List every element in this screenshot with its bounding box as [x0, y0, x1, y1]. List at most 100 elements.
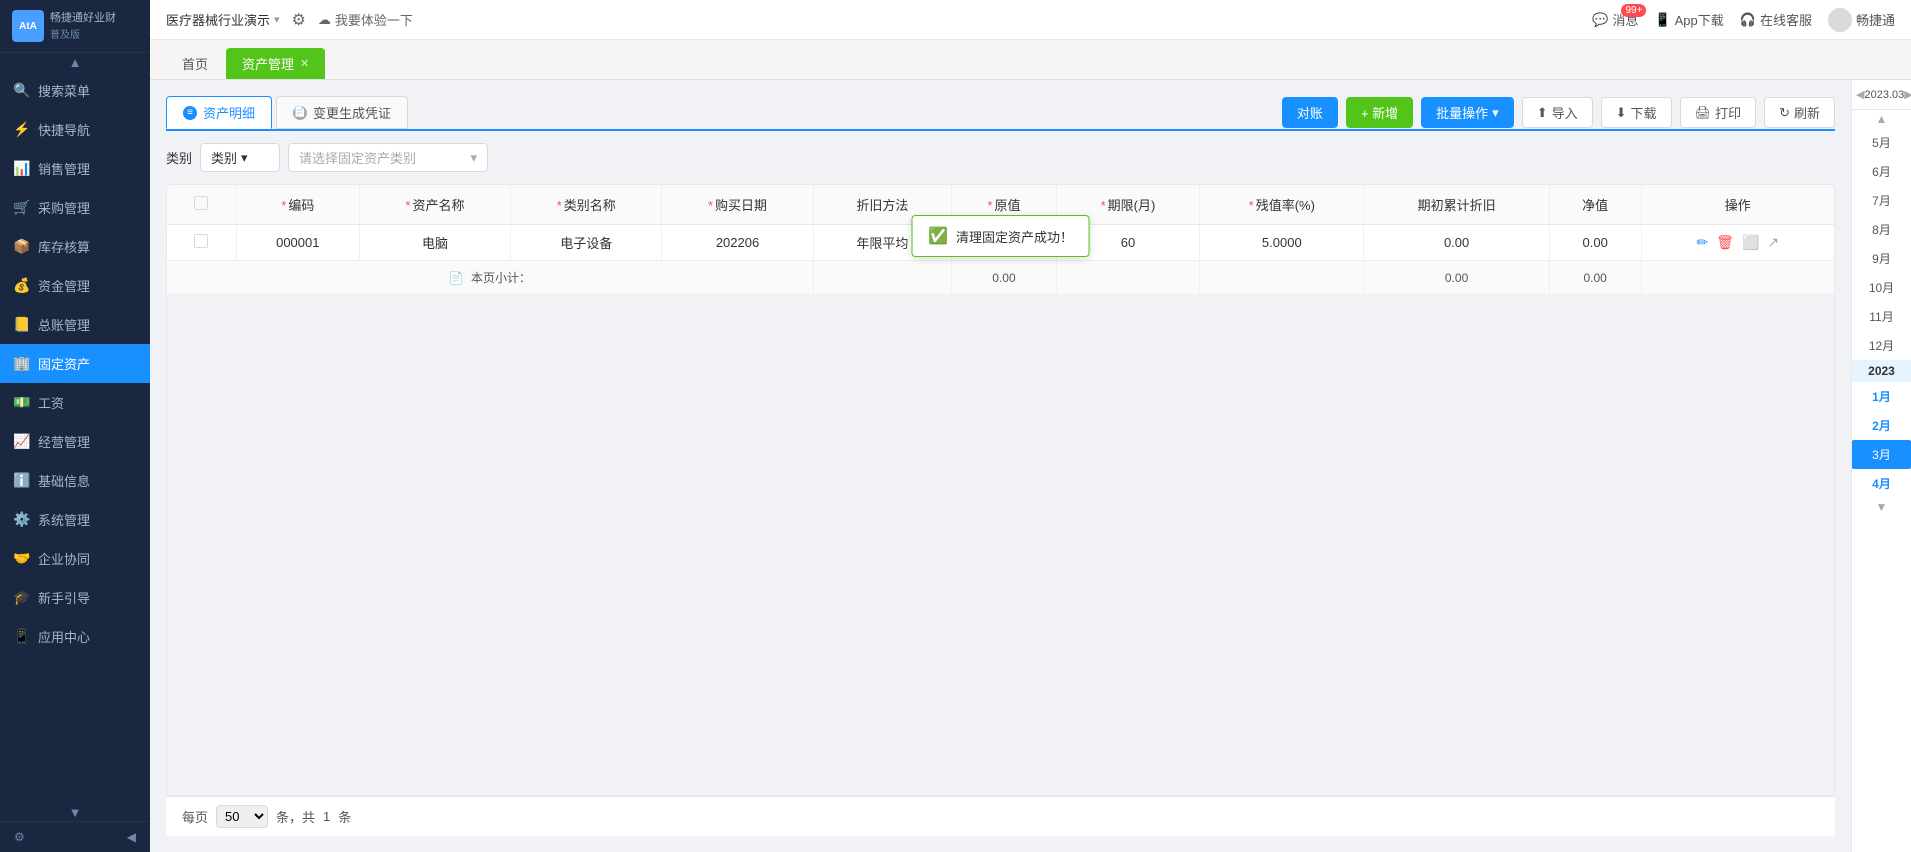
guide-icon: 🎓 — [14, 590, 30, 606]
support-button[interactable]: 🎧 在线客服 — [1740, 10, 1812, 29]
sidebar-item-fixed-assets[interactable]: 🏢 固定资产 — [0, 344, 150, 383]
logo-sub: 普及版 — [50, 26, 116, 41]
user-menu[interactable]: 畅捷通 — [1828, 8, 1895, 32]
calendar-month-2[interactable]: 2月 — [1852, 411, 1911, 440]
sidebar-item-system[interactable]: ⚙️ 系统管理 — [0, 500, 150, 539]
messages-badge: 99+ — [1621, 4, 1646, 17]
sidebar-item-label: 系统管理 — [38, 510, 90, 529]
calendar-month-3[interactable]: 3月 — [1852, 440, 1911, 469]
download-button[interactable]: ⬇ 下载 — [1601, 97, 1672, 128]
success-toast: ✅ 清理固定资产成功！ — [911, 215, 1090, 257]
calendar-month-12[interactable]: 12月 — [1852, 331, 1911, 360]
subtotal-icon: 📄 — [449, 271, 464, 285]
avatar — [1828, 8, 1852, 32]
sidebar-item-label: 应用中心 — [38, 627, 90, 646]
sidebar-item-quick-nav[interactable]: ⚡ 快捷导航 — [0, 110, 150, 149]
refresh-button[interactable]: ↻ 刷新 — [1764, 97, 1835, 128]
app-download-button[interactable]: 📱 App下载 — [1654, 10, 1723, 29]
edit-icon[interactable]: ✏ — [1696, 234, 1708, 251]
refresh-label: 刷新 — [1794, 103, 1820, 122]
delete-icon[interactable]: 🗑 — [1716, 234, 1734, 251]
logo-icon: AtA — [12, 10, 44, 42]
sub-tab-change-voucher[interactable]: 📄 变更生成凭证 — [276, 96, 408, 129]
settings-gear-icon[interactable]: ⚙ — [292, 10, 306, 30]
company-dropdown-arrow[interactable]: ▾ — [274, 13, 280, 26]
print-button[interactable]: 🖨 打印 — [1680, 97, 1757, 128]
sidebar-item-apps[interactable]: 📱 应用中心 — [0, 617, 150, 656]
select-all-checkbox[interactable] — [194, 196, 208, 210]
add-button[interactable]: + 新增 — [1346, 97, 1413, 128]
category-type-select[interactable]: 类别 ▾ — [200, 143, 280, 172]
sidebar-item-search[interactable]: 🔍 搜索菜单 — [0, 71, 150, 110]
ledger-icon: 📒 — [14, 317, 30, 333]
change-voucher-icon: 📄 — [293, 106, 307, 120]
subtotal-row: 📄 本页小计： 0.00 0.00 0.00 — [167, 261, 1834, 295]
topbar-right: 💬 消息 99+ 📱 App下载 🎧 在线客服 畅捷通 — [1592, 8, 1895, 32]
calendar-month-9[interactable]: 9月 — [1852, 244, 1911, 273]
sidebar-item-guide[interactable]: 🎓 新手引导 — [0, 578, 150, 617]
calendar-month-5[interactable]: 5月 — [1852, 128, 1911, 157]
sidebar-scroll-up[interactable]: ▲ — [0, 53, 150, 71]
col-category: *类别名称 — [511, 185, 662, 225]
category-input[interactable]: 请选择固定资产类别 ▾ — [288, 143, 488, 172]
more-icon[interactable]: ↗ — [1767, 234, 1779, 251]
calendar-month-1[interactable]: 1月 — [1852, 382, 1911, 411]
tab-asset-mgmt[interactable]: 资产管理 ✕ — [226, 48, 325, 79]
print-icon: 🖨 — [1695, 105, 1712, 121]
col-period-accumulated: 期初累计折旧 — [1364, 185, 1549, 225]
sidebar-item-basic-info[interactable]: ℹ️ 基础信息 — [0, 461, 150, 500]
right-sidebar-header: ◀ 2023.03 ▶ — [1852, 80, 1911, 110]
calendar-month-10[interactable]: 10月 — [1852, 273, 1911, 302]
download-label: 下载 — [1631, 103, 1657, 122]
experience-button[interactable]: ☁ 我要体验一下 — [318, 10, 413, 29]
support-label: 在线客服 — [1760, 10, 1812, 29]
right-sidebar-toggle[interactable]: ◀ — [1856, 88, 1864, 101]
collapse-icon[interactable]: ◀ — [127, 830, 136, 844]
calendar-month-4[interactable]: 4月 — [1852, 469, 1911, 498]
company-title: 医疗器械行业演示 ▾ — [166, 10, 280, 29]
row-period-accumulated: 0.00 — [1364, 225, 1549, 261]
calendar-month-8[interactable]: 8月 — [1852, 215, 1911, 244]
per-page-select[interactable]: 50 100 200 — [216, 805, 268, 828]
sidebar-item-operations[interactable]: 📈 经营管理 — [0, 422, 150, 461]
row-category: 电子设备 — [511, 225, 662, 261]
sidebar-item-finance[interactable]: 💰 资金管理 — [0, 266, 150, 305]
calendar-scroll-down[interactable]: ▼ — [1852, 498, 1911, 516]
sidebar-item-label: 销售管理 — [38, 159, 90, 178]
row-select-checkbox[interactable] — [194, 234, 208, 248]
sidebar-item-payroll[interactable]: 💵 工资 — [0, 383, 150, 422]
right-sidebar-expand[interactable]: ▶ — [1904, 88, 1911, 101]
sidebar-item-inventory[interactable]: 📦 库存核算 — [0, 227, 150, 266]
row-residual-rate: 5.0000 — [1200, 225, 1364, 261]
tab-home[interactable]: 首页 — [166, 48, 224, 79]
import-button[interactable]: ⬆ 导入 — [1522, 97, 1593, 128]
sidebar-item-enterprise[interactable]: 🤝 企业协同 — [0, 539, 150, 578]
reconcile-button[interactable]: 对账 — [1282, 97, 1338, 128]
messages-button[interactable]: 💬 消息 99+ — [1592, 10, 1638, 29]
sidebar-item-label: 基础信息 — [38, 471, 90, 490]
tab-close-icon[interactable]: ✕ — [300, 57, 309, 70]
sub-tab-asset-detail[interactable]: ≡ 资产明细 — [166, 96, 272, 129]
topbar: 医疗器械行业演示 ▾ ⚙ ☁ 我要体验一下 💬 消息 99+ 📱 App下载 🎧… — [150, 0, 1911, 40]
subtotal-period-accumulated: 0.00 — [1364, 261, 1549, 295]
toast-message: 清理固定资产成功！ — [956, 227, 1073, 246]
sidebar-item-sales[interactable]: 📊 销售管理 — [0, 149, 150, 188]
calendar-scroll-up[interactable]: ▲ — [1852, 110, 1911, 128]
calendar-month-6[interactable]: 6月 — [1852, 157, 1911, 186]
username: 畅捷通 — [1856, 10, 1895, 29]
copy-icon[interactable]: ⬜ — [1742, 234, 1759, 251]
sidebar-item-ledger[interactable]: 📒 总账管理 — [0, 305, 150, 344]
sidebar-item-purchase[interactable]: 🛒 采购管理 — [0, 188, 150, 227]
company-name: 医疗器械行业演示 — [166, 10, 270, 29]
sidebar-scroll-down[interactable]: ▼ — [0, 803, 150, 821]
sidebar-item-label: 企业协同 — [38, 549, 90, 568]
refresh-icon: ↻ — [1779, 105, 1790, 121]
enterprise-icon: 🤝 — [14, 551, 30, 567]
settings-icon[interactable]: ⚙ — [14, 830, 25, 844]
experience-label: 我要体验一下 — [335, 10, 413, 29]
row-net-value: 0.00 — [1549, 225, 1641, 261]
calendar-month-7[interactable]: 7月 — [1852, 186, 1911, 215]
batch-button[interactable]: 批量操作 ▾ — [1421, 97, 1514, 128]
calendar-month-11[interactable]: 11月 — [1852, 302, 1911, 331]
sidebar-item-label: 固定资产 — [38, 354, 90, 373]
